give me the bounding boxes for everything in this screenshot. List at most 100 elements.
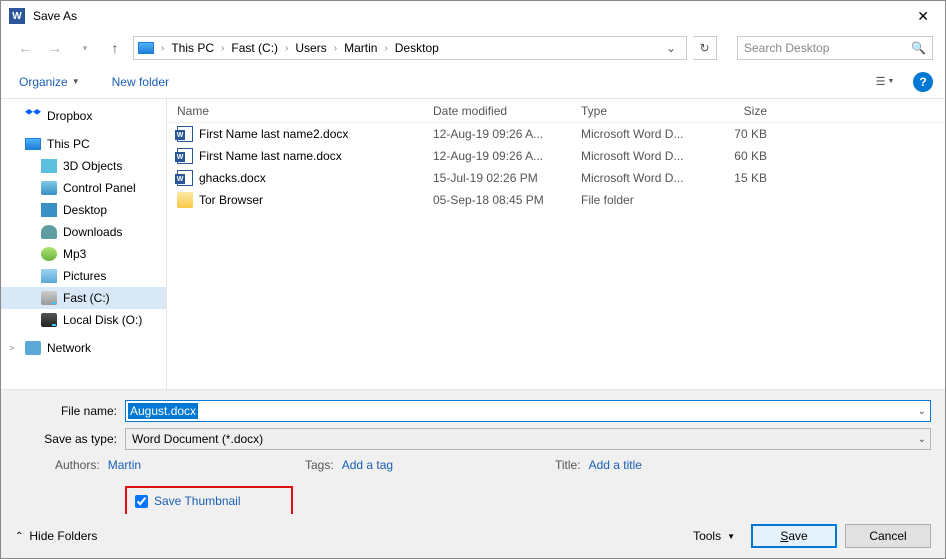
file-row[interactable]: First Name last name.docx12-Aug-19 09:26… xyxy=(167,145,945,167)
pc-icon xyxy=(138,42,154,54)
crumb-desktop[interactable]: Desktop xyxy=(393,41,441,55)
chevron-icon[interactable]: › xyxy=(381,43,390,54)
pc-icon xyxy=(25,138,41,150)
save-thumbnail-checkbox[interactable] xyxy=(135,495,148,508)
chevron-down-icon[interactable]: ⌄ xyxy=(918,406,926,417)
save-form: File name: August.docx ⌄ Save as type: W… xyxy=(1,389,945,524)
file-row[interactable]: First Name last name2.docx12-Aug-19 09:2… xyxy=(167,123,945,145)
new-folder-button[interactable]: New folder xyxy=(106,71,175,93)
crumb-users[interactable]: Users xyxy=(293,41,328,55)
chevron-icon[interactable]: › xyxy=(158,43,167,54)
tree-item-label: Local Disk (O:) xyxy=(63,313,142,327)
authors-value[interactable]: Martin xyxy=(108,458,141,472)
tree-item-3d-objects[interactable]: 3D Objects xyxy=(1,155,166,177)
file-size: 15 KB xyxy=(691,171,791,185)
docx-icon xyxy=(177,148,193,164)
filename-input[interactable]: August.docx ⌄ xyxy=(125,400,931,422)
tree-item-local-disk-o-[interactable]: Local Disk (O:) xyxy=(1,309,166,331)
crumb-drive[interactable]: Fast (C:) xyxy=(229,41,280,55)
view-options-button[interactable]: ☰▼ xyxy=(867,71,903,93)
obj3d-icon xyxy=(41,159,57,173)
header-type[interactable]: Type xyxy=(571,104,691,118)
savetype-label: Save as type: xyxy=(15,432,125,446)
tree-item-downloads[interactable]: Downloads xyxy=(1,221,166,243)
file-row[interactable]: ghacks.docx15-Jul-19 02:26 PMMicrosoft W… xyxy=(167,167,945,189)
recent-locations-button[interactable]: ▾ xyxy=(73,36,97,60)
cancel-button[interactable]: Cancel xyxy=(845,524,931,548)
address-bar[interactable]: › This PC › Fast (C:) › Users › Martin ›… xyxy=(133,36,687,60)
file-date: 05-Sep-18 08:45 PM xyxy=(423,193,571,207)
file-list[interactable]: First Name last name2.docx12-Aug-19 09:2… xyxy=(167,123,945,211)
tree-item-this-pc[interactable]: This PC xyxy=(1,133,166,155)
crumb-martin[interactable]: Martin xyxy=(342,41,379,55)
caret-down-icon: ▼ xyxy=(727,532,735,541)
folder-icon xyxy=(177,192,193,208)
tags-value[interactable]: Add a tag xyxy=(342,458,393,472)
tree-item-label: Network xyxy=(47,341,91,355)
net-icon xyxy=(25,341,41,355)
file-list-pane: Name Date modified Type Size First Name … xyxy=(167,99,945,389)
drive dark-icon xyxy=(41,313,57,327)
savetype-select[interactable]: Word Document (*.docx) ⌄ xyxy=(125,428,931,450)
savetype-value: Word Document (*.docx) xyxy=(132,432,263,446)
hide-folders-label: Hide Folders xyxy=(29,529,97,543)
tags-label: Tags: xyxy=(305,458,334,472)
docx-icon xyxy=(177,126,193,142)
chevron-icon[interactable]: › xyxy=(331,43,340,54)
column-headers[interactable]: Name Date modified Type Size xyxy=(167,99,945,123)
file-size: 70 KB xyxy=(691,127,791,141)
crumb-this-pc[interactable]: This PC xyxy=(169,41,216,55)
tree-item-desktop[interactable]: Desktop xyxy=(1,199,166,221)
title-value[interactable]: Add a title xyxy=(589,458,642,472)
help-button[interactable]: ? xyxy=(913,72,933,92)
caret-down-icon: ▼ xyxy=(72,77,80,86)
toolbar: Organize ▼ New folder ☰▼ ? xyxy=(1,65,945,99)
chevron-icon[interactable]: › xyxy=(282,43,291,54)
hide-folders-button[interactable]: ⌃ Hide Folders xyxy=(15,529,97,543)
organize-menu[interactable]: Organize ▼ xyxy=(13,71,86,93)
dropbox-icon xyxy=(25,109,41,123)
file-type: File folder xyxy=(571,193,691,207)
expand-icon[interactable]: > xyxy=(9,343,14,353)
back-button[interactable]: ← xyxy=(13,36,37,60)
tree-item-fast-c-[interactable]: Fast (C:) xyxy=(1,287,166,309)
tree-item-mp3[interactable]: Mp3 xyxy=(1,243,166,265)
tree-item-pictures[interactable]: Pictures xyxy=(1,265,166,287)
save-thumbnail-label[interactable]: Save Thumbnail xyxy=(154,494,241,508)
tree-item-label: Dropbox xyxy=(47,109,92,123)
docx-icon xyxy=(177,170,193,186)
filename-label: File name: xyxy=(15,404,125,418)
mp3-icon xyxy=(41,247,57,261)
tree-item-label: Control Panel xyxy=(63,181,136,195)
tree-item-dropbox[interactable]: Dropbox xyxy=(1,105,166,127)
address-dropdown[interactable]: ⌄ xyxy=(660,41,682,55)
folder-tree[interactable]: Dropbox This PC3D Objects Control Panel Des… xyxy=(1,99,167,389)
tools-menu[interactable]: Tools ▼ xyxy=(685,525,743,547)
close-button[interactable]: ✕ xyxy=(909,4,937,29)
tools-label: Tools xyxy=(693,529,721,543)
file-date: 12-Aug-19 09:26 A... xyxy=(423,127,571,141)
filename-value: August.docx xyxy=(128,403,198,419)
header-date[interactable]: Date modified xyxy=(423,104,571,118)
file-name: ghacks.docx xyxy=(199,171,266,185)
title-label: Title: xyxy=(555,458,581,472)
tree-item-label: Mp3 xyxy=(63,247,86,261)
header-name[interactable]: Name xyxy=(167,104,423,118)
refresh-button[interactable]: ↻ xyxy=(693,36,717,60)
tree-item-network[interactable]: > Network xyxy=(1,337,166,359)
tree-item-label: Pictures xyxy=(63,269,106,283)
tree-item-control-panel[interactable]: Control Panel xyxy=(1,177,166,199)
word-app-icon: W xyxy=(9,8,25,24)
search-input[interactable]: Search Desktop 🔍 xyxy=(737,36,933,60)
navigation-bar: ← → ▾ ↑ › This PC › Fast (C:) › Users › … xyxy=(1,31,945,65)
forward-button[interactable]: → xyxy=(43,36,67,60)
file-type: Microsoft Word D... xyxy=(571,149,691,163)
chevron-icon[interactable]: › xyxy=(218,43,227,54)
header-size[interactable]: Size xyxy=(691,104,791,118)
pic-icon xyxy=(41,269,57,283)
cpl-icon xyxy=(41,181,57,195)
chevron-down-icon[interactable]: ⌄ xyxy=(918,434,926,445)
up-button[interactable]: ↑ xyxy=(103,36,127,60)
file-row[interactable]: Tor Browser05-Sep-18 08:45 PMFile folder xyxy=(167,189,945,211)
save-button[interactable]: Save xyxy=(751,524,837,548)
